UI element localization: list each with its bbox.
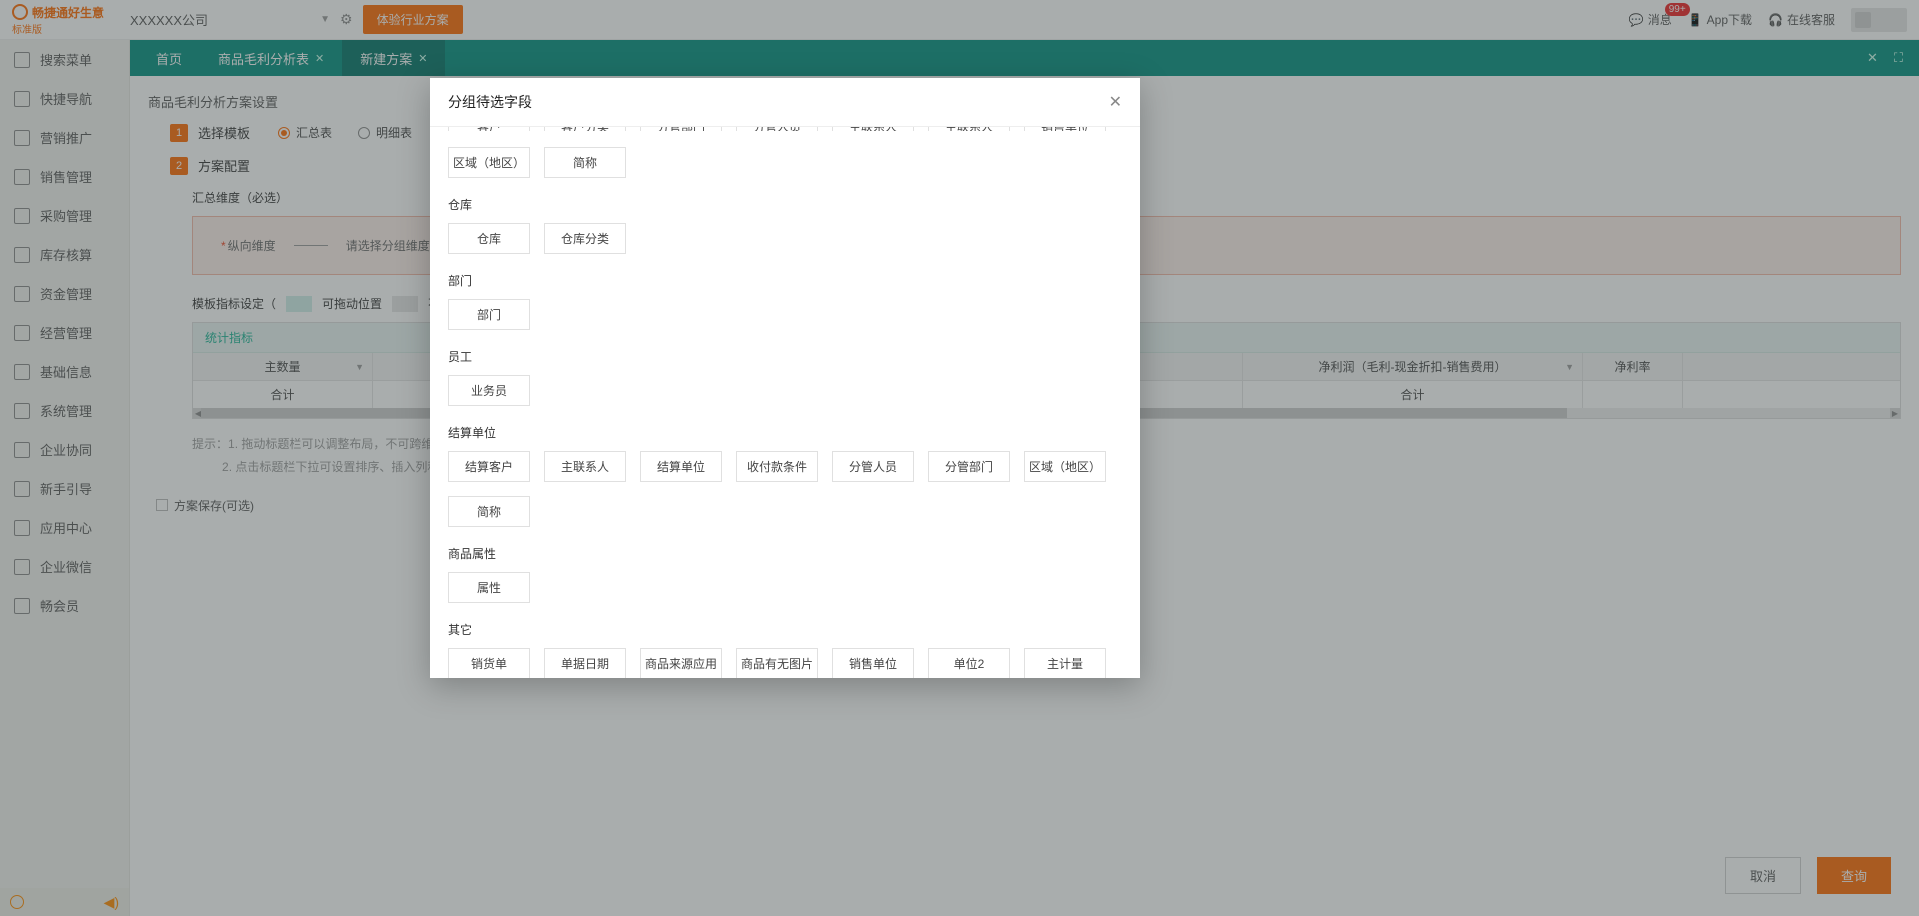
close-icon[interactable]: ✕	[1109, 92, 1122, 112]
field-chip[interactable]: 分管部门	[928, 451, 1010, 482]
field-chip[interactable]: 分管人员	[832, 451, 914, 482]
field-chip[interactable]: 收付款条件	[736, 451, 818, 482]
field-group-title: 员工	[448, 348, 1122, 365]
field-chip[interactable]: 商品有无图片	[736, 648, 818, 678]
field-chip[interactable]: 主联系人	[544, 451, 626, 482]
modal-title: 分组待选字段	[448, 92, 1109, 112]
field-chip[interactable]: 主联系人	[928, 127, 1010, 131]
field-chip[interactable]: 分管人员	[736, 127, 818, 131]
field-row: 结算客户主联系人结算单位收付款条件分管人员分管部门区域（地区） 简称	[448, 451, 1122, 527]
field-group-title: 结算单位	[448, 424, 1122, 441]
field-row: 销货单单据日期商品来源应用商品有无图片销售单位单位2主计量制单人审核人出库人预计…	[448, 648, 1122, 678]
field-chip[interactable]: 客户	[448, 127, 530, 131]
field-row: 业务员	[448, 375, 1122, 406]
field-chip[interactable]: 业务员	[448, 375, 530, 406]
field-chip[interactable]: 主联系人	[832, 127, 914, 131]
field-group-title: 其它	[448, 621, 1122, 638]
field-row: 仓库仓库分类	[448, 223, 1122, 254]
field-group-title: 仓库	[448, 196, 1122, 213]
field-row: 客户 客户分类 分管部门 分管人员 主联系人 主联系人 销售单位	[448, 127, 1122, 131]
field-chip[interactable]: 销售单位	[832, 648, 914, 678]
field-chip[interactable]: 单据日期	[544, 648, 626, 678]
field-chip[interactable]: 属性	[448, 572, 530, 603]
field-chip[interactable]: 仓库	[448, 223, 530, 254]
field-chip[interactable]: 结算单位	[640, 451, 722, 482]
field-chip[interactable]: 销售单位	[1024, 127, 1106, 131]
field-row: 部门	[448, 299, 1122, 330]
field-chip[interactable]: 分管部门	[640, 127, 722, 131]
field-chip[interactable]: 部门	[448, 299, 530, 330]
field-row: 区域（地区） 简称	[448, 145, 1122, 178]
field-group-title: 部门	[448, 272, 1122, 289]
field-chip[interactable]: 区域（地区）	[448, 147, 530, 178]
field-chip[interactable]: 主计量	[1024, 648, 1106, 678]
group-field-modal: 分组待选字段 ✕ 客户 客户分类 分管部门 分管人员 主联系人 主联系人 销售单…	[430, 78, 1140, 678]
field-chip[interactable]: 销货单	[448, 648, 530, 678]
field-chip[interactable]: 客户分类	[544, 127, 626, 131]
modal-header: 分组待选字段 ✕	[430, 78, 1140, 127]
field-chip[interactable]: 简称	[448, 496, 530, 527]
modal-body[interactable]: 客户 客户分类 分管部门 分管人员 主联系人 主联系人 销售单位 区域（地区） …	[430, 127, 1140, 678]
field-group-title: 商品属性	[448, 545, 1122, 562]
field-chip[interactable]: 单位2	[928, 648, 1010, 678]
field-chip[interactable]: 仓库分类	[544, 223, 626, 254]
field-chip[interactable]: 结算客户	[448, 451, 530, 482]
field-row: 属性	[448, 572, 1122, 603]
field-chip[interactable]: 简称	[544, 147, 626, 178]
field-chip[interactable]: 商品来源应用	[640, 648, 722, 678]
field-chip[interactable]: 区域（地区）	[1024, 451, 1106, 482]
